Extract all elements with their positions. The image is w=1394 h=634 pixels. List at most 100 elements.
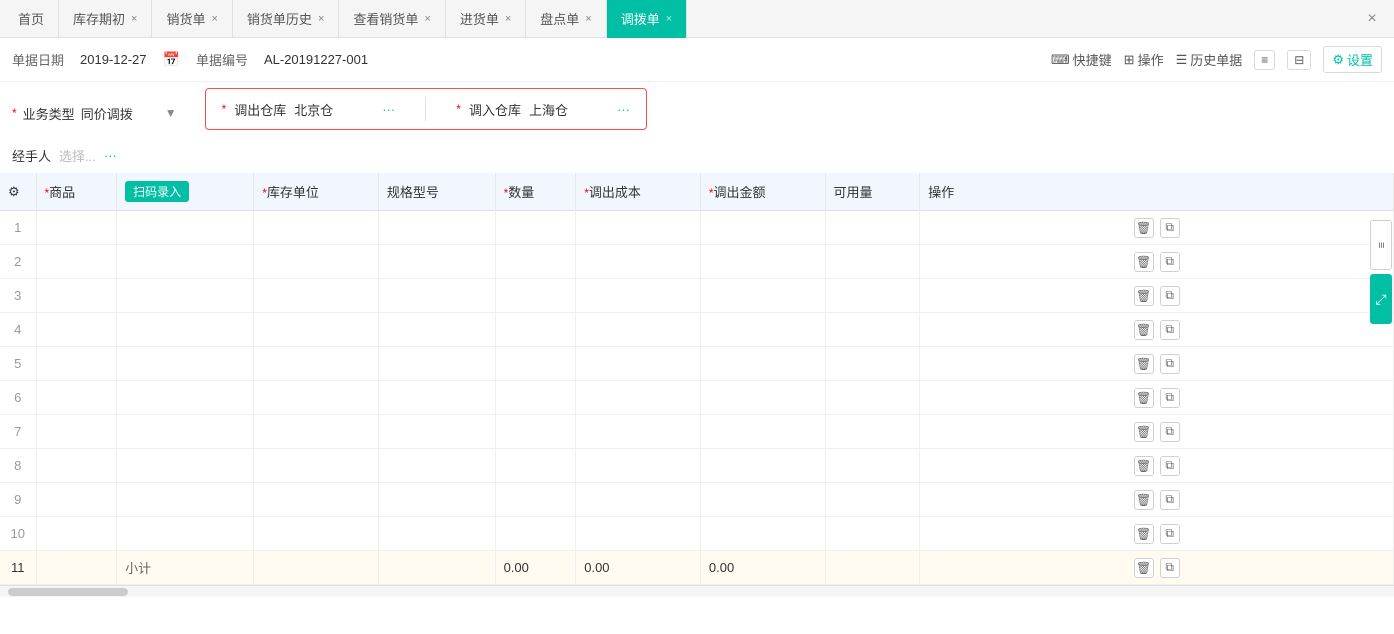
bottom-scrollbar[interactable] <box>0 585 1394 597</box>
cell-product[interactable] <box>36 517 117 551</box>
cell-available[interactable] <box>825 483 920 517</box>
cell-spec[interactable] <box>378 415 495 449</box>
cell-scan[interactable] <box>117 415 254 449</box>
cell-qty[interactable] <box>495 211 576 245</box>
copy-icon[interactable]: ⧉ <box>1160 286 1180 306</box>
cell-product[interactable] <box>36 483 117 517</box>
cell-amount[interactable] <box>700 211 825 245</box>
copy-icon[interactable]: ⧉ <box>1160 490 1180 510</box>
date-value[interactable]: 2019-12-27 <box>80 52 147 67</box>
operate-button[interactable]: ⊞ 操作 <box>1124 50 1164 69</box>
transfer-out-more[interactable]: ··· <box>382 102 395 117</box>
cell-cost[interactable] <box>576 449 701 483</box>
cell-cost[interactable] <box>576 415 701 449</box>
delete-icon[interactable]: 🗑 <box>1134 456 1154 476</box>
copy-icon[interactable]: ⧉ <box>1160 354 1180 374</box>
cell-amount[interactable] <box>700 449 825 483</box>
copy-icon[interactable]: ⧉ <box>1160 252 1180 272</box>
cell-cost[interactable] <box>576 279 701 313</box>
delete-icon[interactable]: 🗑 <box>1134 218 1154 238</box>
cell-qty[interactable] <box>495 483 576 517</box>
cell-amount[interactable] <box>700 483 825 517</box>
copy-icon[interactable]: ⧉ <box>1160 320 1180 340</box>
cell-scan[interactable] <box>117 381 254 415</box>
cell-amount[interactable] <box>700 415 825 449</box>
cell-available[interactable] <box>825 313 920 347</box>
calendar-icon[interactable]: 📅 <box>163 51 180 68</box>
cell-available[interactable] <box>825 347 920 381</box>
cell-product[interactable] <box>36 245 117 279</box>
tab-sales-order[interactable]: 销货单 × <box>152 0 232 38</box>
cell-amount[interactable] <box>700 279 825 313</box>
copy-icon[interactable]: ⧉ <box>1160 456 1180 476</box>
cell-product[interactable] <box>36 313 117 347</box>
cell-qty[interactable] <box>495 517 576 551</box>
close-sales-history-tab[interactable]: × <box>318 13 324 25</box>
delete-icon[interactable]: 🗑 <box>1134 252 1154 272</box>
close-view-sales-tab[interactable]: × <box>424 13 430 25</box>
cell-product[interactable] <box>36 211 117 245</box>
cell-cost[interactable] <box>576 381 701 415</box>
cell-spec[interactable] <box>378 245 495 279</box>
tab-purchase[interactable]: 进货单 × <box>446 0 526 38</box>
cell-unit[interactable] <box>254 381 379 415</box>
col-gear[interactable]: ⚙ <box>0 173 36 211</box>
delete-icon[interactable]: 🗑 <box>1134 422 1154 442</box>
table-scroll-area[interactable]: ⚙ *商品 扫码录入 *库存单位 规格型号 *数量 *调出成本 *调出金额 可用… <box>0 173 1394 585</box>
cell-cost[interactable] <box>576 313 701 347</box>
cell-qty[interactable] <box>495 381 576 415</box>
cell-amount[interactable] <box>700 245 825 279</box>
cell-available[interactable] <box>825 211 920 245</box>
copy-icon[interactable]: ⧉ <box>1160 422 1180 442</box>
cell-available[interactable] <box>825 517 920 551</box>
side-list-btn[interactable]: ≡ <box>1370 220 1392 270</box>
cell-available[interactable] <box>825 449 920 483</box>
delete-icon[interactable]: 🗑 <box>1134 388 1154 408</box>
cell-unit[interactable] <box>254 449 379 483</box>
delete-icon[interactable]: 🗑 <box>1134 524 1154 544</box>
delete-icon[interactable]: 🗑 <box>1134 354 1154 374</box>
cell-amount[interactable] <box>700 517 825 551</box>
cell-amount[interactable] <box>700 347 825 381</box>
cell-qty[interactable] <box>495 415 576 449</box>
cell-spec[interactable] <box>378 517 495 551</box>
business-type-select[interactable]: 同价调拨 ▼ <box>81 104 177 123</box>
cell-scan[interactable] <box>117 245 254 279</box>
cell-unit[interactable] <box>254 279 379 313</box>
scan-button[interactable]: 扫码录入 <box>125 181 189 202</box>
cell-cost[interactable] <box>576 211 701 245</box>
cell-scan[interactable] <box>117 483 254 517</box>
close-purchase-tab[interactable]: × <box>505 13 511 25</box>
cell-unit[interactable] <box>254 211 379 245</box>
cell-spec[interactable] <box>378 449 495 483</box>
side-expand-btn[interactable]: ⤢ <box>1370 274 1392 324</box>
tab-view-sales[interactable]: 查看销货单 × <box>339 0 445 38</box>
cell-unit[interactable] <box>254 483 379 517</box>
cell-available[interactable] <box>825 381 920 415</box>
close-inventory-init-tab[interactable]: × <box>131 13 137 25</box>
close-sales-order-tab[interactable]: × <box>211 13 217 25</box>
cell-unit[interactable] <box>254 245 379 279</box>
cell-available[interactable] <box>825 415 920 449</box>
grid-layout-btn[interactable]: ⊟ <box>1287 50 1311 70</box>
copy-icon[interactable]: ⧉ <box>1160 524 1180 544</box>
shortcut-button[interactable]: ⌨ 快捷键 <box>1051 50 1112 69</box>
layout-icon-btn[interactable]: ≡ <box>1254 50 1275 70</box>
copy-icon[interactable]: ⧉ <box>1160 388 1180 408</box>
cell-product[interactable] <box>36 449 117 483</box>
cell-qty[interactable] <box>495 313 576 347</box>
cell-product[interactable] <box>36 279 117 313</box>
cell-spec[interactable] <box>378 211 495 245</box>
window-close-button[interactable]: × <box>1354 0 1390 38</box>
tab-home[interactable]: 首页 <box>4 0 59 38</box>
delete-icon[interactable]: 🗑 <box>1134 286 1154 306</box>
handler-input[interactable]: 选择... <box>59 146 96 165</box>
copy-icon[interactable]: ⧉ <box>1160 218 1180 238</box>
cell-amount[interactable] <box>700 381 825 415</box>
cell-qty[interactable] <box>495 347 576 381</box>
cell-unit[interactable] <box>254 415 379 449</box>
cell-available[interactable] <box>825 245 920 279</box>
delete-icon[interactable]: 🗑 <box>1134 558 1154 578</box>
cell-spec[interactable] <box>378 313 495 347</box>
cell-cost[interactable] <box>576 245 701 279</box>
